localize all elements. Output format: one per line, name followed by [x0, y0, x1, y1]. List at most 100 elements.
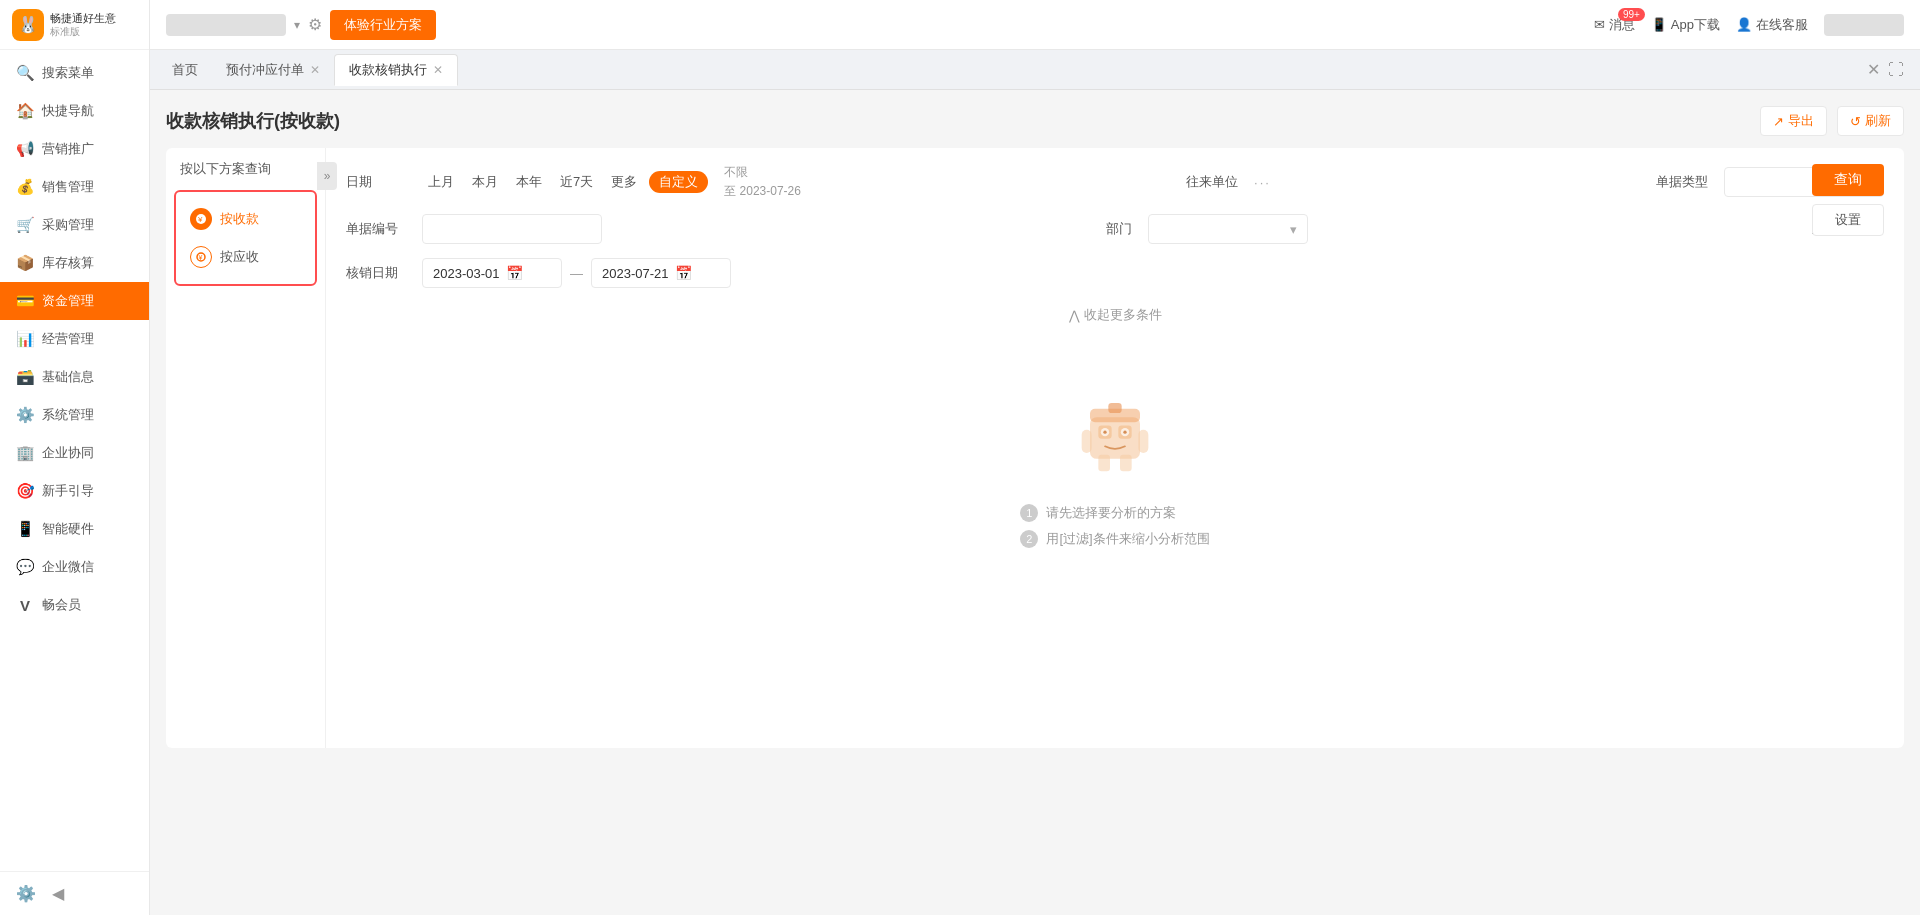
left-panel: 按以下方案查询 ¥ 按收款: [166, 148, 326, 748]
query-btn[interactable]: 查询: [1812, 164, 1884, 196]
expand-tabs-icon[interactable]: ⛶: [1888, 61, 1904, 79]
sidebar: 🐰 畅捷通好生意 标准版 🔍 搜索菜单 🏠 快捷导航 📢 营销推广 💰 销售管理…: [0, 0, 150, 915]
sidebar-item-shortcuts[interactable]: 🏠 快捷导航: [0, 92, 149, 130]
export-btn[interactable]: ↗ 导出: [1760, 106, 1827, 136]
partner-dots[interactable]: ···: [1254, 175, 1271, 190]
topbar-dropdown-icon[interactable]: ▾: [294, 18, 300, 32]
writeoff-date-start-input[interactable]: 2023-03-01 📅: [422, 258, 562, 288]
sidebar-item-search[interactable]: 🔍 搜索菜单: [0, 54, 149, 92]
sidebar-item-system[interactable]: ⚙️ 系统管理: [0, 396, 149, 434]
search-icon: 🔍: [16, 64, 34, 82]
app-icon: 📱: [1651, 17, 1667, 32]
doc-no-input[interactable]: [422, 214, 602, 244]
sidebar-item-enterprise[interactable]: 🏢 企业协同: [0, 434, 149, 472]
sidebar-item-purchase[interactable]: 🛒 采购管理: [0, 206, 149, 244]
sales-icon: 💰: [16, 178, 34, 196]
refresh-btn[interactable]: ↺ 刷新: [1837, 106, 1904, 136]
partner-label: 往来单位: [1186, 173, 1238, 191]
doc-no-label: 单据编号: [346, 220, 406, 238]
app-download-btn[interactable]: 📱 App下载: [1651, 16, 1720, 34]
cal-end-icon: 📅: [675, 265, 692, 281]
sidebar-item-operations[interactable]: 📊 经营管理: [0, 320, 149, 358]
date-to-value: 至 2023-07-26: [724, 183, 801, 200]
collapse-more-btn[interactable]: ⋀ 收起更多条件: [1059, 302, 1172, 328]
messages-btn[interactable]: ✉ 消息 99+: [1594, 16, 1635, 34]
left-panel-title: 按以下方案查询: [174, 160, 317, 178]
sidebar-item-newbie[interactable]: 🎯 新手引导: [0, 472, 149, 510]
date-label: 日期: [346, 173, 406, 191]
sidebar-logo: 🐰 畅捷通好生意 标准版: [0, 0, 149, 50]
svg-rect-4: [1090, 417, 1140, 459]
svg-rect-10: [1138, 430, 1148, 453]
logo-icon: 🐰: [12, 9, 44, 41]
member-icon: V: [16, 597, 34, 614]
industry-btn[interactable]: 体验行业方案: [330, 10, 436, 40]
date-this-month[interactable]: 本月: [466, 171, 504, 193]
left-panel-toggle[interactable]: »: [317, 162, 337, 190]
doc-type-label: 单据类型: [1656, 173, 1708, 191]
sidebar-item-basic[interactable]: 🗃️ 基础信息: [0, 358, 149, 396]
dept-chevron: ▾: [1290, 222, 1297, 237]
sidebar-item-wechat[interactable]: 💬 企业微信: [0, 548, 149, 586]
sidebar-item-member[interactable]: V 畅会员: [0, 586, 149, 624]
svg-rect-8: [1108, 403, 1121, 413]
finance-icon: 💳: [16, 292, 34, 310]
collapse-icon: ⋀: [1069, 308, 1080, 323]
tabbar: 首页 预付冲应付单 ✕ 收款核销执行 ✕ ✕ ⛶: [150, 50, 1920, 90]
writeoff-date-end-input[interactable]: 2023-07-21 📅: [591, 258, 731, 288]
date-custom[interactable]: 自定义: [649, 171, 708, 193]
settings-footer-icon[interactable]: ⚙️: [16, 884, 36, 903]
online-service-btn[interactable]: 👤 在线客服: [1736, 16, 1808, 34]
purchase-icon: 🛒: [16, 216, 34, 234]
basic-icon: 🗃️: [16, 368, 34, 386]
empty-tips: 1 请先选择要分析的方案 2 用[过滤]条件来缩小分析范围: [1020, 504, 1209, 548]
home-icon: 🏠: [16, 102, 34, 120]
enterprise-icon: 🏢: [16, 444, 34, 462]
svg-text:¥: ¥: [197, 215, 203, 224]
content-body: 按以下方案查询 ¥ 按收款: [166, 148, 1904, 748]
tab-home[interactable]: 首页: [158, 54, 212, 86]
query-scheme-list: ¥ 按收款 ¥ 按应收: [174, 190, 317, 286]
date-this-year[interactable]: 本年: [510, 171, 548, 193]
close-all-tabs-icon[interactable]: ✕: [1867, 60, 1880, 79]
svg-rect-9: [1082, 430, 1092, 453]
receivable-scheme-icon: ¥: [190, 246, 212, 268]
query-by-receipt[interactable]: ¥ 按收款: [180, 200, 311, 238]
receipt-scheme-icon: ¥: [190, 208, 212, 230]
empty-tip-2: 2 用[过滤]条件来缩小分析范围: [1020, 530, 1209, 548]
close-prepay-tab[interactable]: ✕: [310, 63, 320, 77]
tab-writeoff[interactable]: 收款核销执行 ✕: [334, 54, 458, 86]
sidebar-item-finance[interactable]: 💳 资金管理: [0, 282, 149, 320]
collapse-sidebar-icon[interactable]: ◀: [52, 884, 64, 903]
svg-point-15: [1103, 431, 1106, 434]
wechat-icon: 💬: [16, 558, 34, 576]
hardware-icon: 📱: [16, 520, 34, 538]
empty-illustration: [1065, 388, 1165, 488]
sidebar-item-inventory[interactable]: 📦 库存核算: [0, 244, 149, 282]
logo-sub: 标准版: [50, 25, 116, 38]
sidebar-item-hardware[interactable]: 📱 智能硬件: [0, 510, 149, 548]
date-range-sep: —: [570, 266, 583, 281]
page-header: 收款核销执行(按收款) ↗ 导出 ↺ 刷新: [166, 106, 1904, 136]
service-icon: 👤: [1736, 17, 1752, 32]
close-writeoff-tab[interactable]: ✕: [433, 63, 443, 77]
cal-start-icon: 📅: [506, 265, 523, 281]
sidebar-item-marketing[interactable]: 📢 营销推广: [0, 130, 149, 168]
empty-state: 1 请先选择要分析的方案 2 用[过滤]条件来缩小分析范围: [346, 328, 1884, 608]
date-last-month[interactable]: 上月: [422, 171, 460, 193]
operations-icon: 📊: [16, 330, 34, 348]
setting-btn[interactable]: 设置: [1812, 204, 1884, 236]
date-more[interactable]: 更多: [605, 171, 643, 193]
tab-prepay[interactable]: 预付冲应付单 ✕: [212, 54, 334, 86]
sidebar-item-sales[interactable]: 💰 销售管理: [0, 168, 149, 206]
dept-select[interactable]: ▾: [1148, 214, 1308, 244]
topbar: ▾ ⚙ 体验行业方案 ✉ 消息 99+ 📱 App下载 👤 在线客服: [150, 0, 1920, 50]
topbar-gear-icon[interactable]: ⚙: [308, 15, 322, 34]
doc-filter-row: 单据编号 部门 ▾ 业务员 ···: [346, 214, 1884, 244]
tip-num-2: 2: [1020, 530, 1038, 548]
topbar-user-info: [1824, 14, 1904, 36]
query-by-receivable[interactable]: ¥ 按应收: [180, 238, 311, 276]
empty-tip-1: 1 请先选择要分析的方案: [1020, 504, 1209, 522]
date-last-7days[interactable]: 近7天: [554, 171, 599, 193]
filter-area: 查询 设置 日期 上月 本月 本年 近7天 更多 自定义 不限: [326, 148, 1904, 748]
